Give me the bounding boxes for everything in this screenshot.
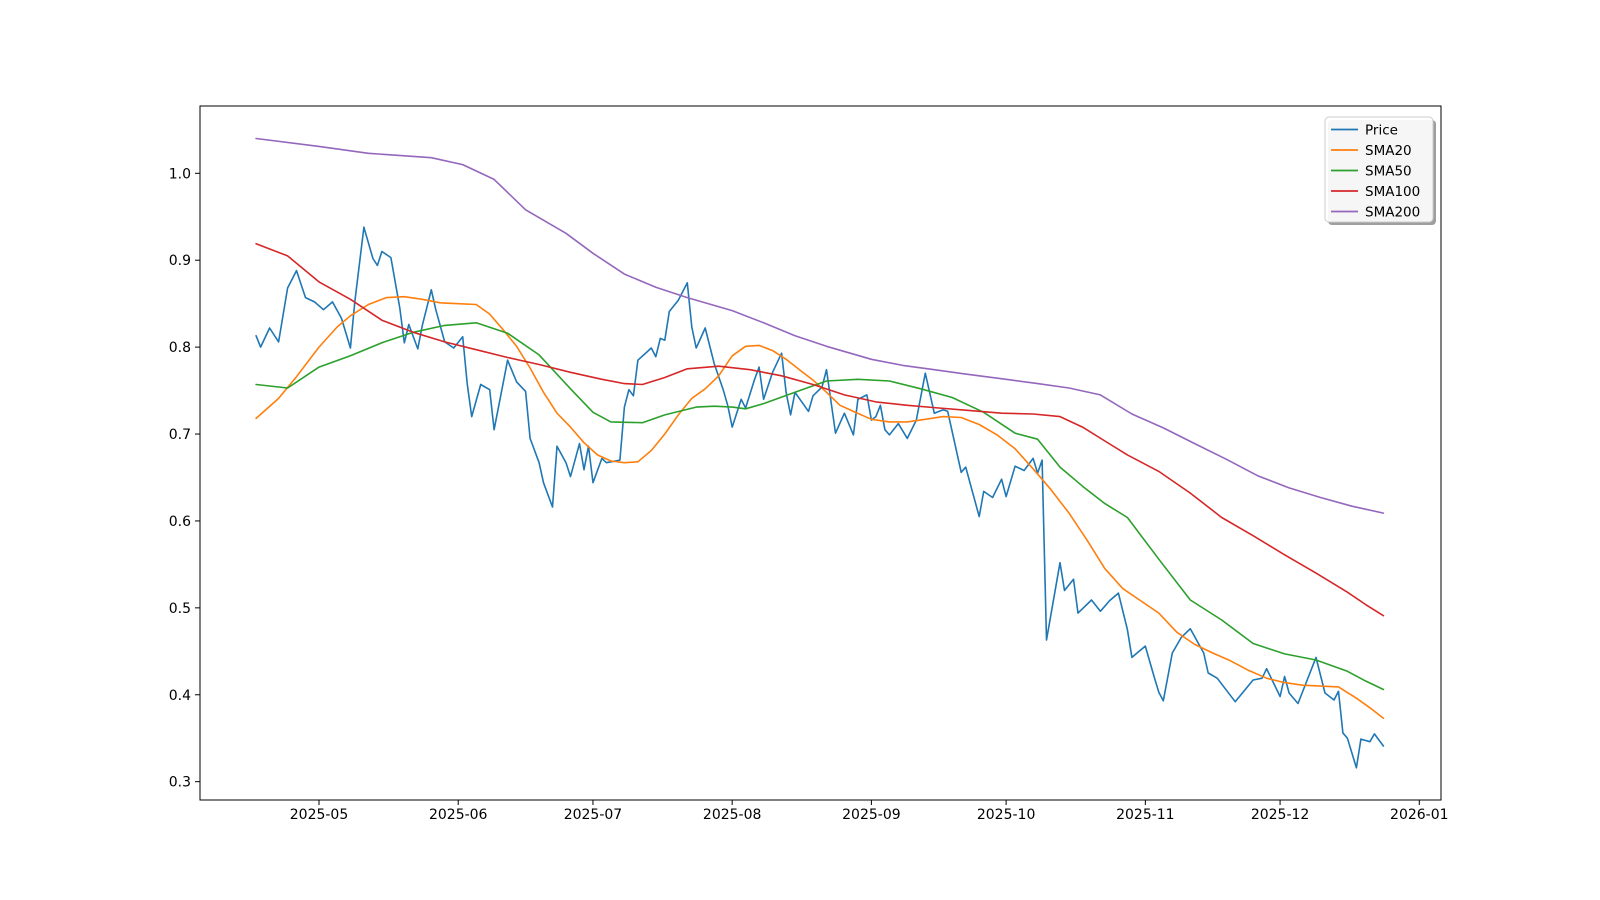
legend-sma100-label: SMA100 <box>1365 184 1420 200</box>
x-axis-tick-label: 2026-01 <box>1390 807 1449 823</box>
chart-figure: 2025-05 2025-06 2025-07 2025-08 2025-09 2025-… <box>0 0 1600 900</box>
y-axis-tick-label: 0.3 <box>169 775 191 791</box>
x-axis-tick-label: 2025-12 <box>1251 807 1310 823</box>
x-axis-tick-label: 2025-05 <box>290 807 349 823</box>
x-axis-tick-label: 2025-06 <box>429 807 488 823</box>
y-axis-tick-label: 0.4 <box>169 688 191 704</box>
x-axis-tick-label: 2025-09 <box>842 807 901 823</box>
x-axis-tick-label: 2025-07 <box>564 807 623 823</box>
y-axis-tick-label: 1.0 <box>169 166 191 182</box>
y-axis-tick-label: 0.8 <box>169 340 191 356</box>
x-axis-tick-label: 2025-08 <box>703 807 762 823</box>
x-axis-tick-label: 2025-10 <box>977 807 1036 823</box>
y-axis-tick-label: 0.6 <box>169 514 191 530</box>
price-sma-line-chart: 2025-05 2025-06 2025-07 2025-08 2025-09 2025-… <box>169 105 1449 823</box>
y-axis-tick-label: 0.5 <box>169 601 191 617</box>
legend-sma20-label: SMA20 <box>1365 143 1412 159</box>
plot-area <box>200 106 1441 800</box>
x-axis-tick-label: 2025-11 <box>1116 807 1175 823</box>
legend-sma200-label: SMA200 <box>1365 204 1420 220</box>
legend-sma50-label: SMA50 <box>1365 163 1412 179</box>
y-axis-tick-label: 0.7 <box>169 427 191 443</box>
y-axis-tick-label: 0.9 <box>169 253 191 269</box>
legend-price-label: Price <box>1365 122 1398 138</box>
